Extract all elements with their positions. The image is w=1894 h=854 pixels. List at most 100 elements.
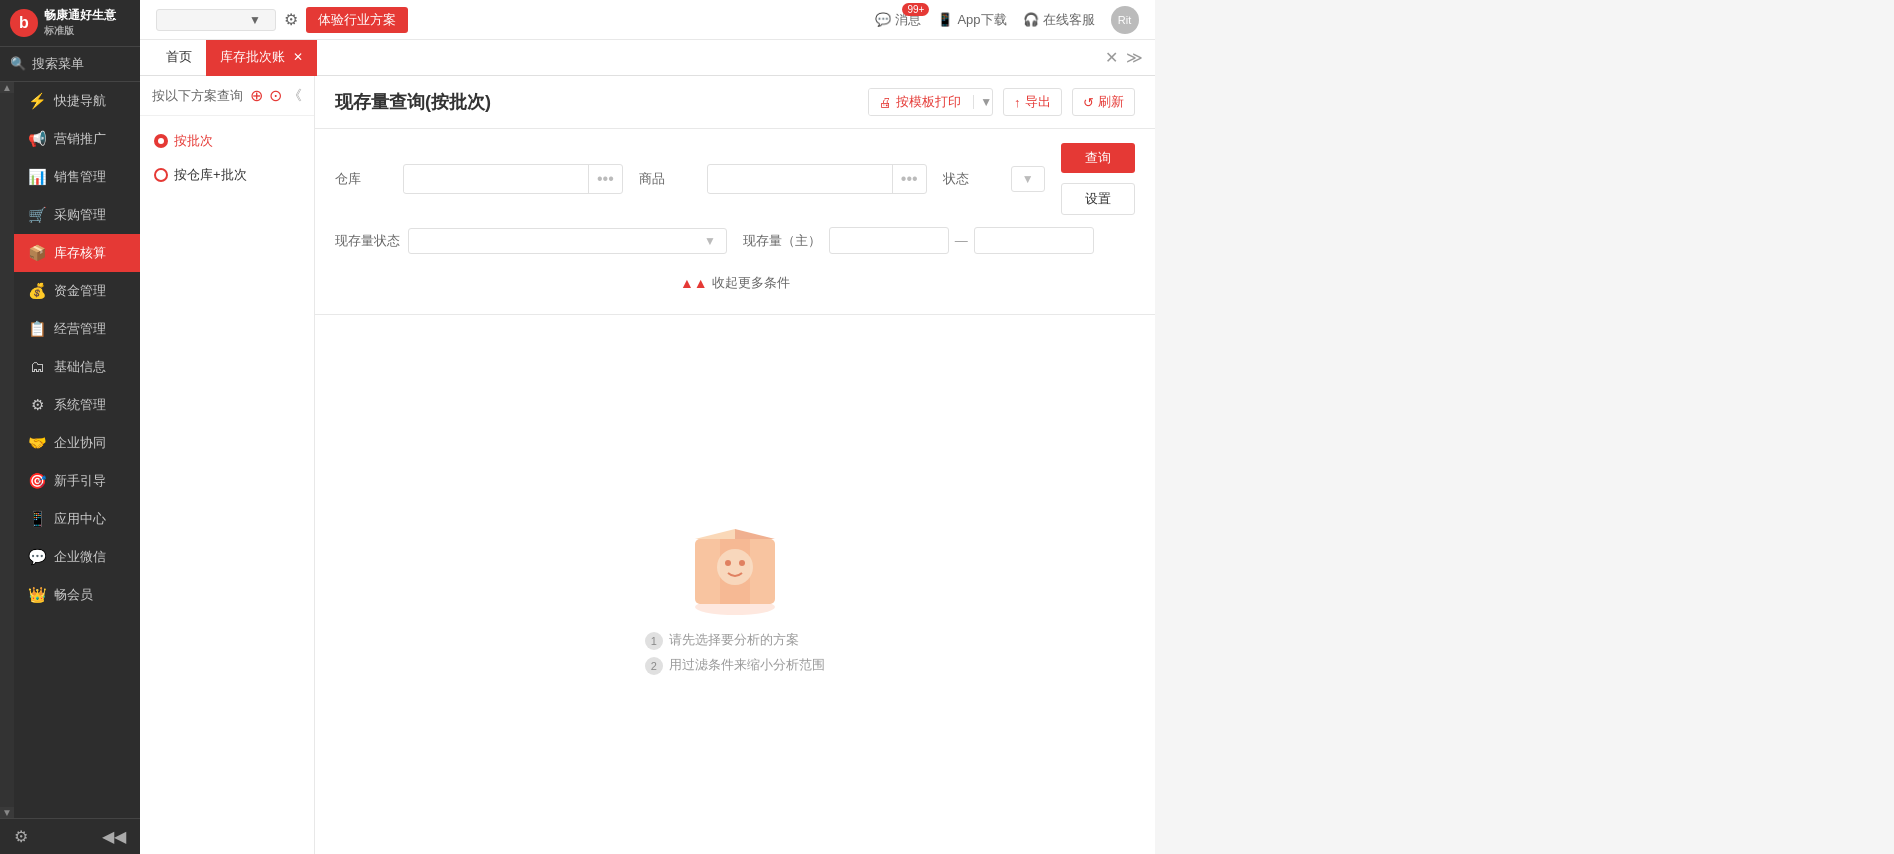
- warehouse-label: 仓库: [335, 170, 395, 188]
- sidebar-item-quick-nav[interactable]: ⚡ 快捷导航: [14, 82, 140, 120]
- status-select[interactable]: ▼: [1011, 166, 1045, 192]
- goods-dots-icon[interactable]: •••: [892, 165, 926, 193]
- sidebar-item-label: 采购管理: [54, 206, 106, 224]
- sidebar-scroll-up[interactable]: ▲: [0, 82, 14, 93]
- sidebar-item-enterprise[interactable]: 🤝 企业协同: [14, 424, 140, 462]
- left-panel-items: 按批次 按仓库+批次: [140, 116, 314, 854]
- inventory-status-arrow: ▼: [704, 234, 716, 248]
- tabbar-more-icon[interactable]: ≫: [1126, 48, 1143, 67]
- page-title: 现存量查询(按批次): [335, 90, 491, 114]
- svg-point-5: [739, 560, 745, 566]
- online-service-button[interactable]: 🎧 在线客服: [1023, 11, 1095, 29]
- sidebar-item-label: 资金管理: [54, 282, 106, 300]
- scheme-item-by-warehouse-batch[interactable]: 按仓库+批次: [140, 158, 314, 192]
- empty-state: 1 请先选择要分析的方案 2 用过滤条件来缩小分析范围: [315, 315, 1155, 854]
- inventory-status-select[interactable]: ▼: [408, 228, 727, 254]
- sidebar-item-operations[interactable]: 📋 经营管理: [14, 310, 140, 348]
- sidebar-item-inventory[interactable]: 📦 库存核算: [14, 234, 140, 272]
- experience-button[interactable]: 体验行业方案: [306, 7, 408, 33]
- member-icon: 👑: [28, 586, 46, 604]
- purchase-icon: 🛒: [28, 206, 46, 224]
- tab-batch-account[interactable]: 库存批次账 ✕: [206, 40, 317, 76]
- settings-button[interactable]: 设置: [1061, 183, 1135, 215]
- sidebar-item-label: 经营管理: [54, 320, 106, 338]
- scheme-dot-inner: [158, 138, 164, 144]
- warehouse-dots-icon[interactable]: •••: [588, 165, 622, 193]
- filter-row-1: 仓库 ••• 商品 •••: [335, 143, 1135, 215]
- empty-visual: [670, 489, 800, 619]
- topbar-gear-icon[interactable]: ⚙: [284, 10, 298, 29]
- app-download-label: App下载: [957, 11, 1006, 29]
- sidebar-item-basic[interactable]: 🗂 基础信息: [14, 348, 140, 386]
- goods-input[interactable]: [708, 167, 892, 192]
- sales-icon: 📊: [28, 168, 46, 186]
- collapse-panel-icon[interactable]: 《: [288, 87, 302, 105]
- page-header-actions: 🖨 按模板打印 ▼ ↑ 导出 ↺ 刷新: [868, 88, 1134, 116]
- sidebar-item-appstore[interactable]: 📱 应用中心: [14, 500, 140, 538]
- tip-number-1: 1: [645, 632, 663, 650]
- topbar-search-input[interactable]: [165, 13, 245, 27]
- empty-tips: 1 请先选择要分析的方案 2 用过滤条件来缩小分析范围: [645, 631, 825, 681]
- export-button[interactable]: ↑ 导出: [1003, 88, 1062, 116]
- sidebar-item-label: 销售管理: [54, 168, 106, 186]
- inventory-qty-label: 现存量（主）: [743, 232, 821, 250]
- warehouse-input[interactable]: [404, 167, 588, 192]
- tab-home[interactable]: 首页: [152, 40, 206, 76]
- tip-number-2: 2: [645, 657, 663, 675]
- sidebar-item-guide[interactable]: 🎯 新手引导: [14, 462, 140, 500]
- manage-scheme-icon[interactable]: ⊙: [269, 86, 282, 105]
- qty-to-input[interactable]: [974, 227, 1094, 254]
- collapse-icon[interactable]: ◀◀: [102, 827, 126, 846]
- sidebar-item-system[interactable]: ⚙ 系统管理: [14, 386, 140, 424]
- scheme-dot-active: [154, 134, 168, 148]
- qty-from-input[interactable]: [829, 227, 949, 254]
- print-icon: 🖨: [879, 95, 892, 110]
- sidebar-scroll-down[interactable]: ▼: [0, 807, 14, 818]
- scheme-item-by-batch[interactable]: 按批次: [140, 124, 314, 158]
- export-icon: ↑: [1014, 95, 1021, 110]
- topbar-dropdown-icon[interactable]: ▼: [249, 13, 261, 27]
- refresh-button[interactable]: ↺ 刷新: [1072, 88, 1135, 116]
- enterprise-icon: 🤝: [28, 434, 46, 452]
- sidebar-header: b 畅康通好生意 标准版: [0, 0, 140, 47]
- sidebar-item-label: 营销推广: [54, 130, 106, 148]
- tip-text-2: 用过滤条件来缩小分析范围: [669, 656, 825, 674]
- filter-area: 仓库 ••• 商品 •••: [315, 129, 1155, 315]
- sidebar-item-purchase[interactable]: 🛒 采购管理: [14, 196, 140, 234]
- app-subtitle: 标准版: [44, 24, 116, 38]
- tab-close-icon[interactable]: ✕: [293, 50, 303, 64]
- query-button[interactable]: 查询: [1061, 143, 1135, 173]
- add-scheme-icon[interactable]: ⊕: [250, 86, 263, 105]
- sidebar-item-wechat[interactable]: 💬 企业微信: [14, 538, 140, 576]
- scheme-dot-inactive: [154, 168, 168, 182]
- tab-batch-account-label: 库存批次账: [220, 48, 285, 66]
- user-avatar[interactable]: Rit: [1111, 6, 1139, 34]
- print-dropdown-icon[interactable]: ▼: [973, 95, 992, 109]
- guide-icon: 🎯: [28, 472, 46, 490]
- sidebar-search[interactable]: 🔍 搜索菜单: [0, 47, 140, 82]
- sidebar-item-sales[interactable]: 📊 销售管理: [14, 158, 140, 196]
- sidebar-item-label: 新手引导: [54, 472, 106, 490]
- tabbar-close-icon[interactable]: ✕: [1105, 48, 1118, 67]
- sidebar-item-member[interactable]: 👑 畅会员: [14, 576, 140, 614]
- collapse-more-btn[interactable]: ▲▲ 收起更多条件: [335, 266, 1135, 300]
- sidebar-item-finance[interactable]: 💰 资金管理: [14, 272, 140, 310]
- sidebar-item-marketing[interactable]: 📢 营销推广: [14, 120, 140, 158]
- print-button[interactable]: 🖨 按模板打印: [869, 89, 971, 115]
- search-icon: 🔍: [10, 56, 26, 71]
- settings-icon[interactable]: ⚙: [14, 827, 28, 846]
- app-download-button[interactable]: 📱 App下载: [937, 11, 1006, 29]
- tab-home-label: 首页: [166, 48, 192, 66]
- topbar-search-box[interactable]: ▼: [156, 9, 276, 31]
- app-name: 畅康通好生意: [44, 8, 116, 24]
- inventory-status-field: 现存量状态 ▼: [335, 228, 727, 254]
- operations-icon: 📋: [28, 320, 46, 338]
- inventory-status-label: 现存量状态: [335, 232, 400, 250]
- topbar: ▼ ⚙ 体验行业方案 💬 消息 99+ 📱 App下载 🎧 在线客服: [140, 0, 1155, 40]
- wechat-icon: 💬: [28, 548, 46, 566]
- left-panel-title: 按以下方案查询: [152, 87, 243, 105]
- sidebar-item-label: 基础信息: [54, 358, 106, 376]
- sidebar-footer: ⚙ ◀◀: [0, 818, 140, 854]
- message-button[interactable]: 💬 消息 99+: [875, 11, 921, 29]
- tip-text-1: 请先选择要分析的方案: [669, 631, 799, 649]
